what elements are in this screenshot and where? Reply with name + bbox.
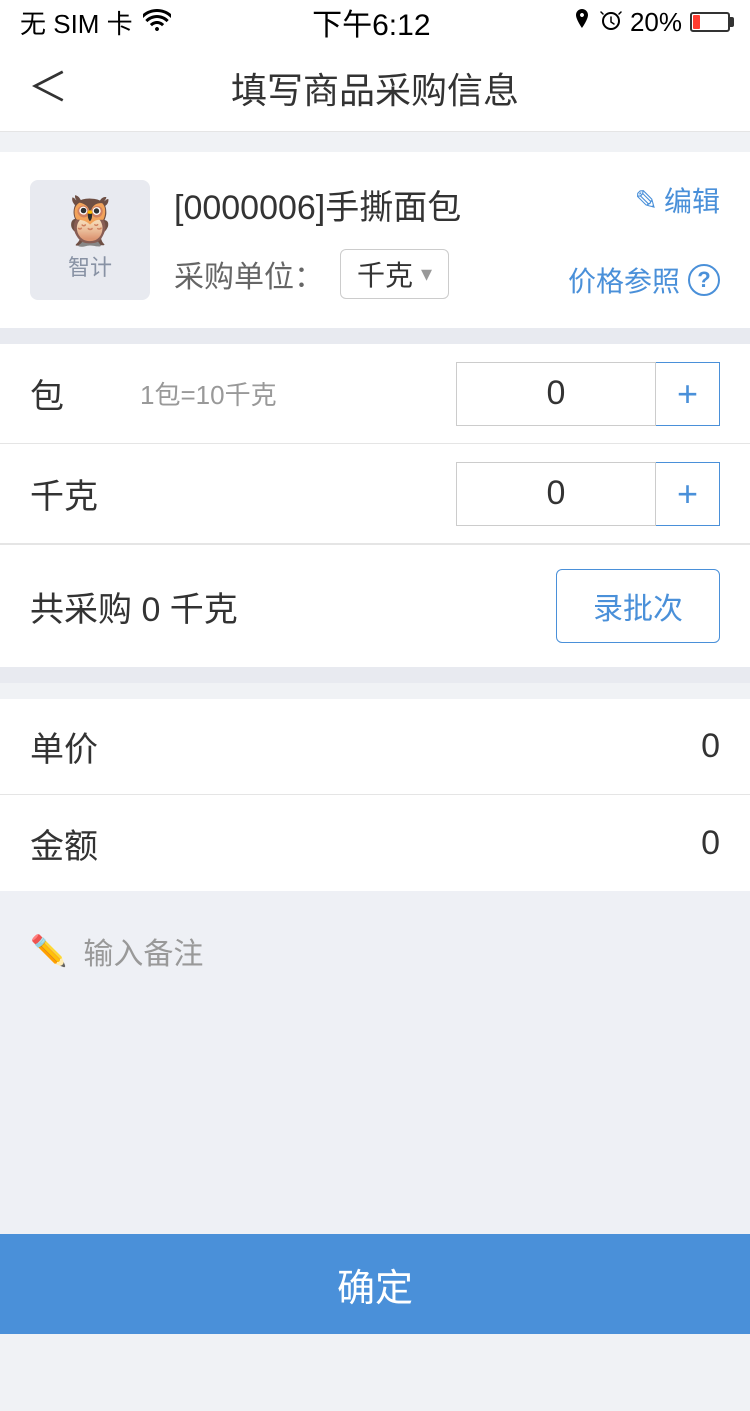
- product-card: 🦉 智计 [0000006]手撕面包 采购单位： 千克 ▾ ✎ 编辑 价格参照 …: [0, 152, 750, 328]
- product-owl-icon: 🦉: [60, 198, 120, 246]
- wifi-icon: [143, 7, 171, 38]
- bag-sublabel: 1包=10千克: [140, 375, 277, 412]
- bag-label: 包: [30, 369, 130, 418]
- total-row: 共采购 0 千克 录批次: [0, 544, 750, 667]
- bag-quantity-controls: +: [456, 362, 720, 426]
- battery-percent: 20%: [630, 7, 682, 38]
- amount-value: 0: [701, 824, 720, 863]
- edit-button[interactable]: ✎ 编辑: [635, 180, 720, 220]
- record-batch-button[interactable]: 录批次: [556, 569, 720, 643]
- bag-plus-button[interactable]: +: [656, 362, 720, 426]
- battery-icon: [690, 12, 730, 32]
- confirm-button[interactable]: 确定: [0, 1234, 750, 1334]
- pencil-icon: ✏️: [30, 934, 67, 969]
- unit-select[interactable]: 千克 ▾: [340, 249, 449, 299]
- status-time: 下午6:12: [312, 0, 430, 44]
- edit-icon: ✎: [635, 184, 658, 217]
- kg-plus-button[interactable]: +: [656, 462, 720, 526]
- price-section: 单价 0 金额 0: [0, 699, 750, 891]
- unit-value: 千克: [357, 254, 413, 294]
- amount-row: 金额 0: [0, 795, 750, 891]
- unit-price-row: 单价 0: [0, 699, 750, 795]
- kg-quantity-input[interactable]: [456, 462, 656, 526]
- note-placeholder: 输入备注: [83, 929, 203, 973]
- amount-label: 金额: [30, 819, 98, 868]
- unit-price-label: 单价: [30, 722, 98, 771]
- price-ref-label: 价格参照: [568, 260, 680, 300]
- chevron-down-icon: ▾: [421, 261, 432, 287]
- carrier-text: 无 SIM 卡: [20, 4, 133, 41]
- nav-bar: ＜ 填写商品采购信息: [0, 44, 750, 132]
- page-title: 填写商品采购信息: [231, 62, 519, 114]
- back-button[interactable]: ＜: [28, 68, 68, 108]
- section-divider-2: [0, 667, 750, 683]
- status-bar: 无 SIM 卡 下午6:12: [0, 0, 750, 44]
- status-right: 20%: [572, 7, 730, 38]
- bag-quantity-row: 包 1包=10千克 +: [0, 344, 750, 444]
- quantity-section: 包 1包=10千克 + 千克 + 共采购 0 千克 录批次: [0, 344, 750, 667]
- kg-quantity-controls: +: [456, 462, 720, 526]
- edit-label: 编辑: [664, 180, 720, 220]
- product-image: 🦉 智计: [30, 180, 150, 300]
- unit-price-value: 0: [701, 727, 720, 766]
- alarm-icon: [600, 7, 622, 38]
- kg-label: 千克: [30, 469, 130, 518]
- kg-quantity-row: 千克 +: [0, 444, 750, 544]
- price-ref-button[interactable]: 价格参照 ?: [568, 260, 720, 300]
- info-icon: ?: [688, 264, 720, 296]
- section-divider-1: [0, 328, 750, 344]
- note-section[interactable]: ✏️ 输入备注: [0, 891, 750, 1011]
- status-left: 无 SIM 卡: [20, 4, 171, 41]
- product-image-subtext: 智计: [60, 250, 120, 282]
- unit-label: 采购单位：: [174, 252, 324, 296]
- total-text: 共采购 0 千克: [30, 582, 238, 631]
- location-icon: [572, 7, 592, 38]
- bag-quantity-input[interactable]: [456, 362, 656, 426]
